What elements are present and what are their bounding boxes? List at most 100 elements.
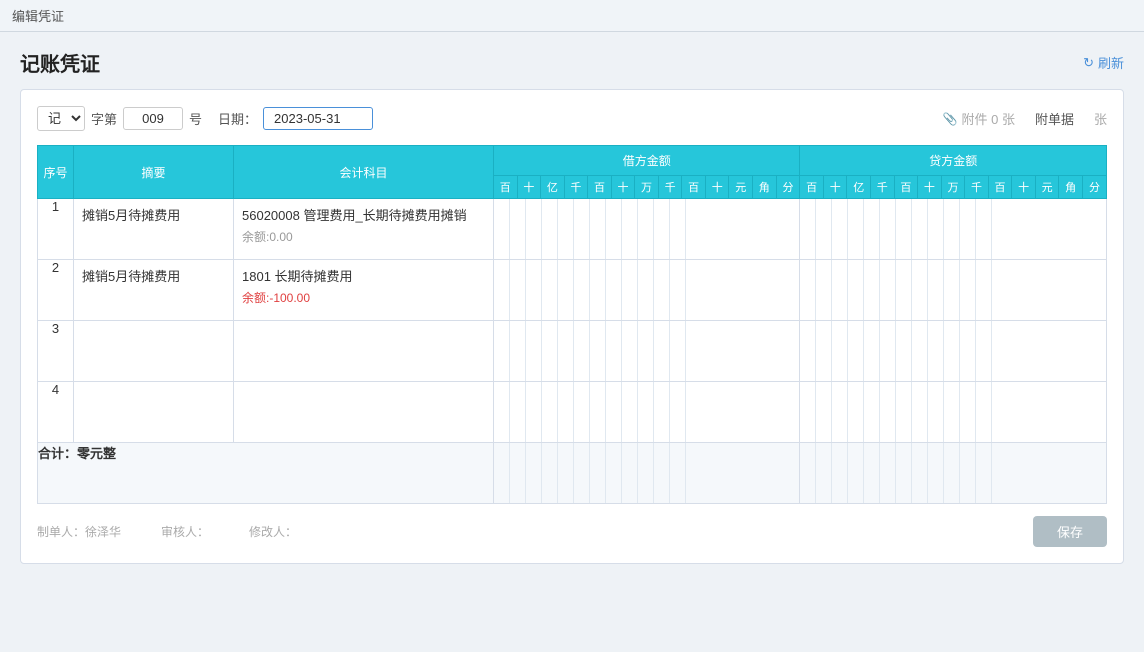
debit-cell-11[interactable] xyxy=(670,260,686,320)
row-account[interactable]: 56020008 管理费用_长期待摊费用摊销余额:0.00 xyxy=(234,199,494,260)
debit-cell-9[interactable] xyxy=(638,321,654,381)
row-credit[interactable] xyxy=(800,382,1107,443)
debit-cell-10[interactable] xyxy=(654,260,670,320)
debit-cell-10[interactable] xyxy=(654,199,670,259)
debit-cell-0[interactable] xyxy=(494,321,510,381)
credit-cell-1[interactable] xyxy=(816,382,832,442)
credit-cell-1[interactable] xyxy=(816,199,832,259)
row-debit[interactable] xyxy=(494,260,800,321)
credit-cell-1[interactable] xyxy=(816,260,832,320)
credit-cell-6[interactable] xyxy=(896,199,912,259)
credit-cell-11[interactable] xyxy=(976,321,992,381)
row-debit[interactable] xyxy=(494,199,800,260)
debit-cell-11[interactable] xyxy=(670,199,686,259)
debit-cell-9[interactable] xyxy=(638,382,654,442)
debit-cell-1[interactable] xyxy=(510,382,526,442)
row-credit[interactable] xyxy=(800,321,1107,382)
credit-cell-8[interactable] xyxy=(928,321,944,381)
date-input[interactable] xyxy=(263,107,373,130)
credit-cell-3[interactable] xyxy=(848,199,864,259)
credit-cell-3[interactable] xyxy=(848,260,864,320)
debit-cell-12[interactable] xyxy=(686,260,702,320)
debit-cell-4[interactable] xyxy=(558,321,574,381)
debit-cell-3[interactable] xyxy=(542,382,558,442)
credit-cell-5[interactable] xyxy=(880,321,896,381)
row-account[interactable] xyxy=(234,382,494,443)
debit-cell-0[interactable] xyxy=(494,199,510,259)
debit-cell-8[interactable] xyxy=(622,260,638,320)
debit-cell-8[interactable] xyxy=(622,321,638,381)
row-debit[interactable] xyxy=(494,382,800,443)
credit-cell-11[interactable] xyxy=(976,260,992,320)
credit-cell-10[interactable] xyxy=(960,260,976,320)
credit-cell-12[interactable] xyxy=(992,321,1008,381)
credit-cell-9[interactable] xyxy=(944,260,960,320)
credit-cell-7[interactable] xyxy=(912,260,928,320)
debit-cell-5[interactable] xyxy=(574,260,590,320)
voucher-type-select[interactable]: 记 xyxy=(37,106,85,131)
debit-cell-6[interactable] xyxy=(590,321,606,381)
debit-cell-10[interactable] xyxy=(654,321,670,381)
debit-cell-2[interactable] xyxy=(526,199,542,259)
attachment-button[interactable]: 📎 附件 0 张 xyxy=(943,109,1015,128)
debit-cell-2[interactable] xyxy=(526,382,542,442)
credit-cell-2[interactable] xyxy=(832,321,848,381)
debit-cell-4[interactable] xyxy=(558,260,574,320)
credit-cell-5[interactable] xyxy=(880,199,896,259)
row-debit[interactable] xyxy=(494,321,800,382)
credit-cell-12[interactable] xyxy=(992,199,1008,259)
credit-cell-0[interactable] xyxy=(800,321,816,381)
debit-cell-7[interactable] xyxy=(606,260,622,320)
debit-cell-3[interactable] xyxy=(542,199,558,259)
debit-cell-9[interactable] xyxy=(638,260,654,320)
debit-cell-7[interactable] xyxy=(606,199,622,259)
credit-cell-11[interactable] xyxy=(976,382,992,442)
debit-cell-6[interactable] xyxy=(590,382,606,442)
credit-cell-2[interactable] xyxy=(832,382,848,442)
credit-cell-8[interactable] xyxy=(928,260,944,320)
debit-cell-4[interactable] xyxy=(558,199,574,259)
debit-cell-3[interactable] xyxy=(542,260,558,320)
debit-cell-8[interactable] xyxy=(622,199,638,259)
credit-cell-1[interactable] xyxy=(816,321,832,381)
credit-cell-10[interactable] xyxy=(960,199,976,259)
save-button[interactable]: 保存 xyxy=(1033,516,1107,547)
refresh-button[interactable]: ↻ 刷新 xyxy=(1083,53,1124,72)
debit-cell-11[interactable] xyxy=(670,382,686,442)
credit-cell-5[interactable] xyxy=(880,260,896,320)
credit-cell-12[interactable] xyxy=(992,260,1008,320)
credit-cell-10[interactable] xyxy=(960,321,976,381)
credit-cell-11[interactable] xyxy=(976,199,992,259)
debit-cell-2[interactable] xyxy=(526,321,542,381)
debit-cell-5[interactable] xyxy=(574,321,590,381)
credit-cell-6[interactable] xyxy=(896,260,912,320)
credit-cell-7[interactable] xyxy=(912,321,928,381)
row-summary[interactable]: 摊销5月待摊费用 xyxy=(74,199,234,260)
credit-cell-10[interactable] xyxy=(960,382,976,442)
voucher-number-input[interactable] xyxy=(123,107,183,130)
credit-cell-9[interactable] xyxy=(944,199,960,259)
debit-cell-1[interactable] xyxy=(510,260,526,320)
credit-cell-6[interactable] xyxy=(896,321,912,381)
debit-cell-6[interactable] xyxy=(590,199,606,259)
row-account[interactable] xyxy=(234,321,494,382)
debit-cell-12[interactable] xyxy=(686,321,702,381)
credit-cell-0[interactable] xyxy=(800,199,816,259)
row-summary[interactable]: 摊销5月待摊费用 xyxy=(74,260,234,321)
credit-cell-8[interactable] xyxy=(928,199,944,259)
row-credit[interactable] xyxy=(800,199,1107,260)
credit-cell-8[interactable] xyxy=(928,382,944,442)
credit-cell-9[interactable] xyxy=(944,382,960,442)
debit-cell-0[interactable] xyxy=(494,260,510,320)
debit-cell-11[interactable] xyxy=(670,321,686,381)
credit-cell-0[interactable] xyxy=(800,260,816,320)
attach-single-btn[interactable]: 附单据 xyxy=(1035,109,1074,128)
debit-cell-12[interactable] xyxy=(686,382,702,442)
debit-cell-5[interactable] xyxy=(574,382,590,442)
credit-cell-5[interactable] xyxy=(880,382,896,442)
debit-cell-9[interactable] xyxy=(638,199,654,259)
debit-cell-6[interactable] xyxy=(590,260,606,320)
credit-cell-7[interactable] xyxy=(912,382,928,442)
debit-cell-0[interactable] xyxy=(494,382,510,442)
debit-cell-5[interactable] xyxy=(574,199,590,259)
